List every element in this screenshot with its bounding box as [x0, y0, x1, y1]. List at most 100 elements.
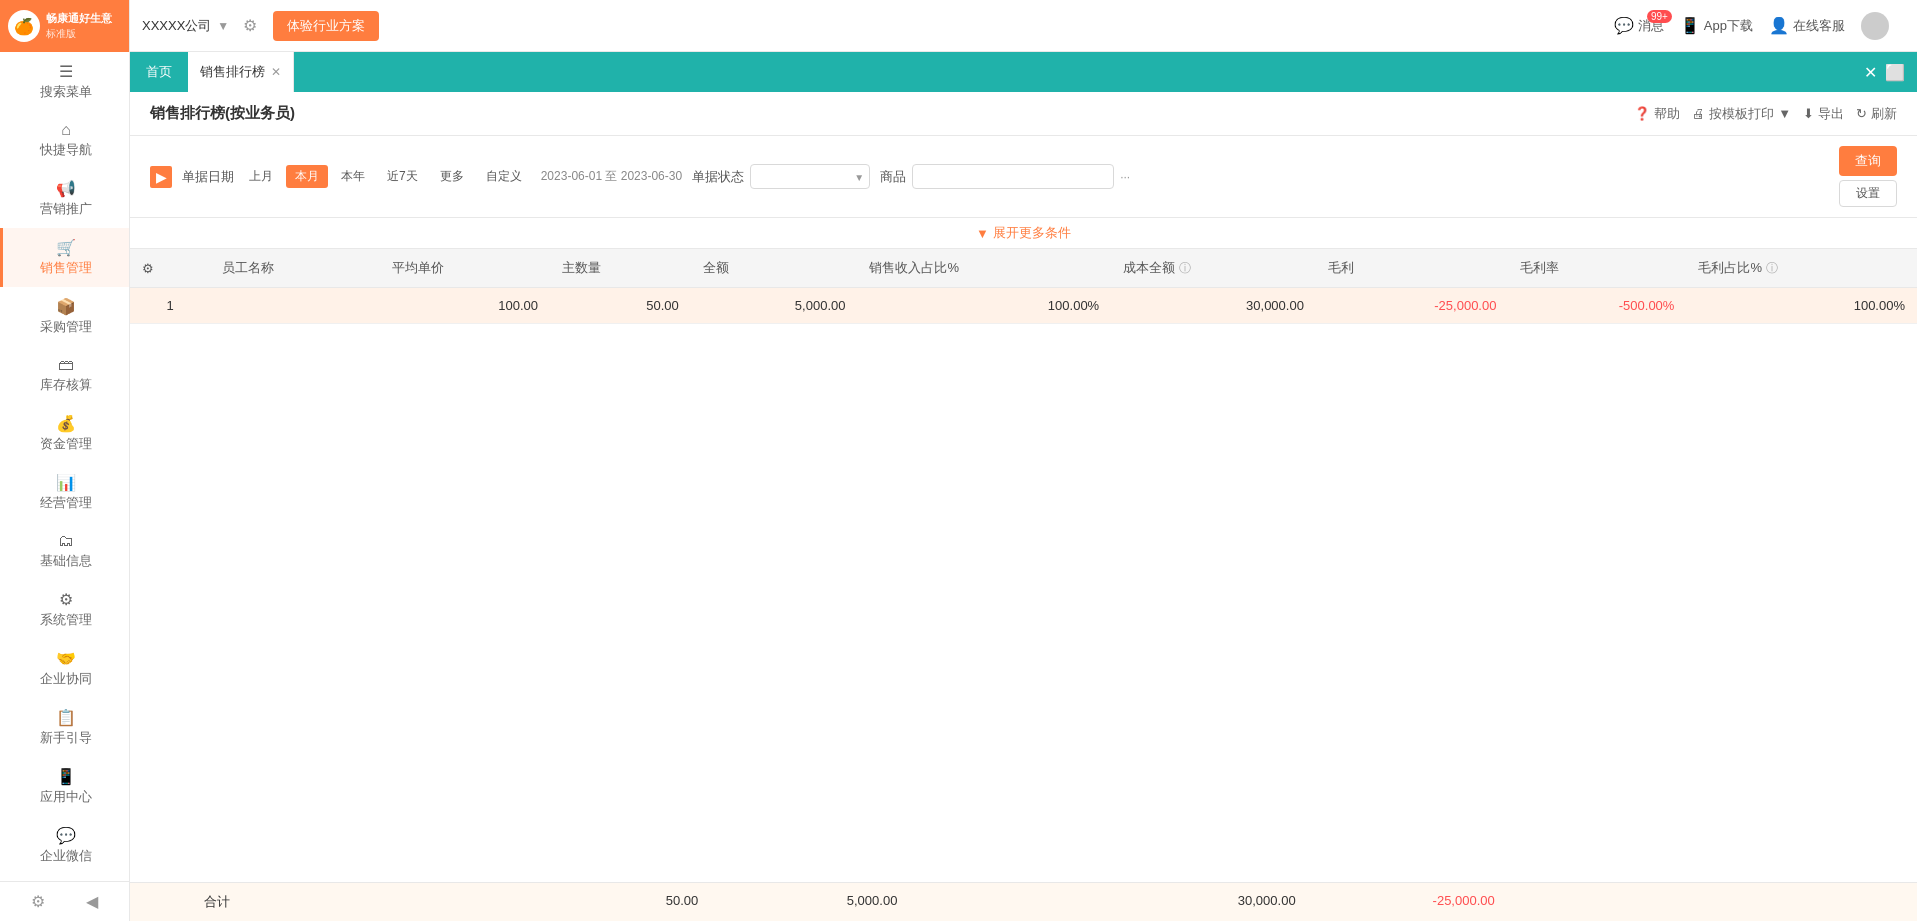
sidebar-item-basic-info[interactable]: 🗂 基础信息	[0, 522, 129, 580]
date-btn-custom[interactable]: 自定义	[477, 165, 531, 188]
refresh-button[interactable]: ↻ 刷新	[1856, 105, 1897, 123]
col-employee: 员工名称	[210, 249, 380, 288]
status-select-wrap	[750, 164, 870, 189]
goods-filter-label: 商品	[880, 168, 906, 186]
sidebar-item-purchase[interactable]: 📦 采购管理	[0, 287, 129, 346]
win-maximize-icon[interactable]: ⬜	[1885, 63, 1905, 82]
help-icon: ❓	[1634, 106, 1650, 121]
topbar: XXXXX公司 ▼ ⚙ 体验行业方案 💬 消息 99+ 📱 App下载 👤 在线…	[130, 0, 1917, 52]
cell-gross-pct: 100.00%	[1686, 288, 1917, 324]
sidebar-logo: 🍊 畅康通好生意 标准版	[0, 0, 129, 52]
sidebar-item-search-order[interactable]: ☰ 搜索菜单	[0, 52, 129, 111]
sidebar-icon-sales: 🛒	[56, 238, 76, 257]
settings-button[interactable]: 设置	[1839, 180, 1897, 207]
cell-gross: -25,000.00	[1316, 288, 1509, 324]
tabbar: 首页 销售排行榜 ✕ ✕ ⬜	[130, 52, 1917, 92]
expand-more-button[interactable]: ▼ 展开更多条件	[976, 224, 1071, 242]
footer-avg-price	[332, 893, 511, 911]
date-btn-this-year[interactable]: 本年	[332, 165, 374, 188]
message-icon: 💬	[1614, 16, 1634, 35]
date-btn-more[interactable]: 更多	[431, 165, 473, 188]
cell-cost: 30,000.00	[1111, 288, 1316, 324]
main-area: XXXXX公司 ▼ ⚙ 体验行业方案 💬 消息 99+ 📱 App下载 👤 在线…	[130, 0, 1917, 921]
cell-employee	[210, 288, 380, 324]
collapse-sidebar-icon[interactable]: ◀	[86, 892, 98, 911]
sidebar-icon-inventory: 🗃	[58, 356, 74, 374]
app-icon: 📱	[1680, 16, 1700, 35]
settings-footer-icon[interactable]: ⚙	[31, 892, 45, 911]
page-actions: ❓ 帮助 🖨 按模板打印 ▼ ⬇ 导出 ↻ 刷新	[1634, 105, 1897, 123]
sidebar-item-finance[interactable]: 💰 资金管理	[0, 404, 129, 463]
goods-input[interactable]	[912, 164, 1114, 189]
help-button[interactable]: ❓ 帮助	[1634, 105, 1680, 123]
tab-home[interactable]: 首页	[130, 52, 188, 92]
expand-more-row: ▼ 展开更多条件	[130, 218, 1917, 249]
sidebar-item-sales[interactable]: 🛒 销售管理	[0, 228, 129, 287]
sidebar-label-sales: 销售管理	[40, 259, 92, 277]
export-button[interactable]: ⬇ 导出	[1803, 105, 1844, 123]
sidebar-item-enterprise[interactable]: 🤝 企业协同	[0, 639, 129, 698]
status-select[interactable]	[750, 164, 870, 189]
sidebar-label-purchase: 采购管理	[40, 318, 92, 336]
table-footer: 合计 50.00 5,000.00 30,000.00 -25,000.00	[130, 882, 1917, 921]
sidebar-label-finance: 资金管理	[40, 435, 92, 453]
col-gross-rate: 毛利率	[1508, 249, 1686, 288]
topbar-actions: 💬 消息 99+ 📱 App下载 👤 在线客服	[1614, 12, 1905, 40]
table-row[interactable]: 1 100.00 50.00 5,000.00 100.00% 30,000.0…	[130, 288, 1917, 324]
app-download-action[interactable]: 📱 App下载	[1680, 16, 1753, 35]
sidebar-label-search-order: 搜索菜单	[40, 83, 92, 101]
page-title: 销售排行榜(按业务员)	[150, 104, 295, 123]
content-area: 销售排行榜(按业务员) ❓ 帮助 🖨 按模板打印 ▼ ⬇ 导出 ↻ 刷新	[130, 92, 1917, 921]
trial-button[interactable]: 体验行业方案	[273, 11, 379, 41]
cost-info-icon[interactable]: ⓘ	[1179, 261, 1191, 275]
tab-close-icon[interactable]: ✕	[271, 65, 281, 79]
topbar-settings-icon[interactable]: ⚙	[243, 16, 257, 35]
goods-filter: 商品 ···	[880, 164, 1130, 189]
service-label: 在线客服	[1793, 17, 1845, 35]
user-avatar[interactable]	[1861, 12, 1889, 40]
sidebar-item-guide[interactable]: 📋 新手引导	[0, 698, 129, 757]
status-filter: 单据状态	[692, 164, 870, 189]
date-filter: 单据日期 上月 本月 本年 近7天 更多 自定义	[182, 165, 531, 188]
query-button[interactable]: 查询	[1839, 146, 1897, 176]
date-btn-this-month[interactable]: 本月	[286, 165, 328, 188]
sidebar-item-inventory[interactable]: 🗃 库存核算	[0, 346, 129, 404]
col-settings[interactable]: ⚙	[130, 249, 210, 288]
sidebar-icon-marketing: 📢	[56, 179, 76, 198]
more-filters-icon[interactable]: ···	[1120, 170, 1130, 184]
sidebar-item-operations[interactable]: 📊 经营管理	[0, 463, 129, 522]
table-head: ⚙ 员工名称 平均单价 主数量 全额 销售收入占比% 成本全额 ⓘ 毛利 毛利率…	[130, 249, 1917, 288]
sidebar-item-system[interactable]: ⚙ 系统管理	[0, 580, 129, 639]
sidebar-item-quick-nav[interactable]: ⌂ 快捷导航	[0, 111, 129, 169]
sidebar-nav: ☰ 搜索菜单 ⌂ 快捷导航 📢 营销推广 🛒 销售管理 📦 采购管理 🗃 库存核…	[0, 52, 129, 881]
company-selector[interactable]: XXXXX公司 ▼	[142, 17, 229, 35]
sidebar-label-system: 系统管理	[40, 611, 92, 629]
print-button[interactable]: 🖨 按模板打印 ▼	[1692, 105, 1791, 123]
date-btn-prev-month[interactable]: 上月	[240, 165, 282, 188]
date-btn-7days[interactable]: 近7天	[378, 165, 427, 188]
sidebar-icon-system: ⚙	[59, 590, 73, 609]
sidebar-item-app-center[interactable]: 📱 应用中心	[0, 757, 129, 816]
sidebar-label-enterprise-wechat: 企业微信	[40, 847, 92, 865]
gross-pct-info-icon[interactable]: ⓘ	[1766, 261, 1778, 275]
sidebar-icon-finance: 💰	[56, 414, 76, 433]
col-avg-price: 平均单价	[380, 249, 550, 288]
win-close-icon[interactable]: ✕	[1864, 63, 1877, 82]
sidebar-label-basic-info: 基础信息	[40, 552, 92, 570]
status-filter-label: 单据状态	[692, 168, 744, 186]
export-icon: ⬇	[1803, 106, 1814, 121]
cell-amount: 5,000.00	[691, 288, 858, 324]
help-label: 帮助	[1654, 105, 1680, 123]
sidebar-item-enterprise-wechat[interactable]: 💬 企业微信	[0, 816, 129, 875]
message-action[interactable]: 💬 消息 99+	[1614, 16, 1664, 35]
tab-sales-rank-label: 销售排行榜	[200, 63, 265, 81]
tab-sales-rank[interactable]: 销售排行榜 ✕	[188, 52, 294, 92]
online-service-action[interactable]: 👤 在线客服	[1769, 16, 1845, 35]
filter-expand-button[interactable]: ▶	[150, 166, 172, 188]
sidebar-label-enterprise: 企业协同	[40, 670, 92, 688]
date-filter-label: 单据日期	[182, 168, 234, 186]
footer-cost: 30,000.00	[1129, 893, 1308, 911]
page-header: 销售排行榜(按业务员) ❓ 帮助 🖨 按模板打印 ▼ ⬇ 导出 ↻ 刷新	[130, 92, 1917, 136]
sidebar-item-marketing[interactable]: 📢 营销推广	[0, 169, 129, 228]
sidebar-icon-basic-info: 🗂	[58, 532, 74, 550]
